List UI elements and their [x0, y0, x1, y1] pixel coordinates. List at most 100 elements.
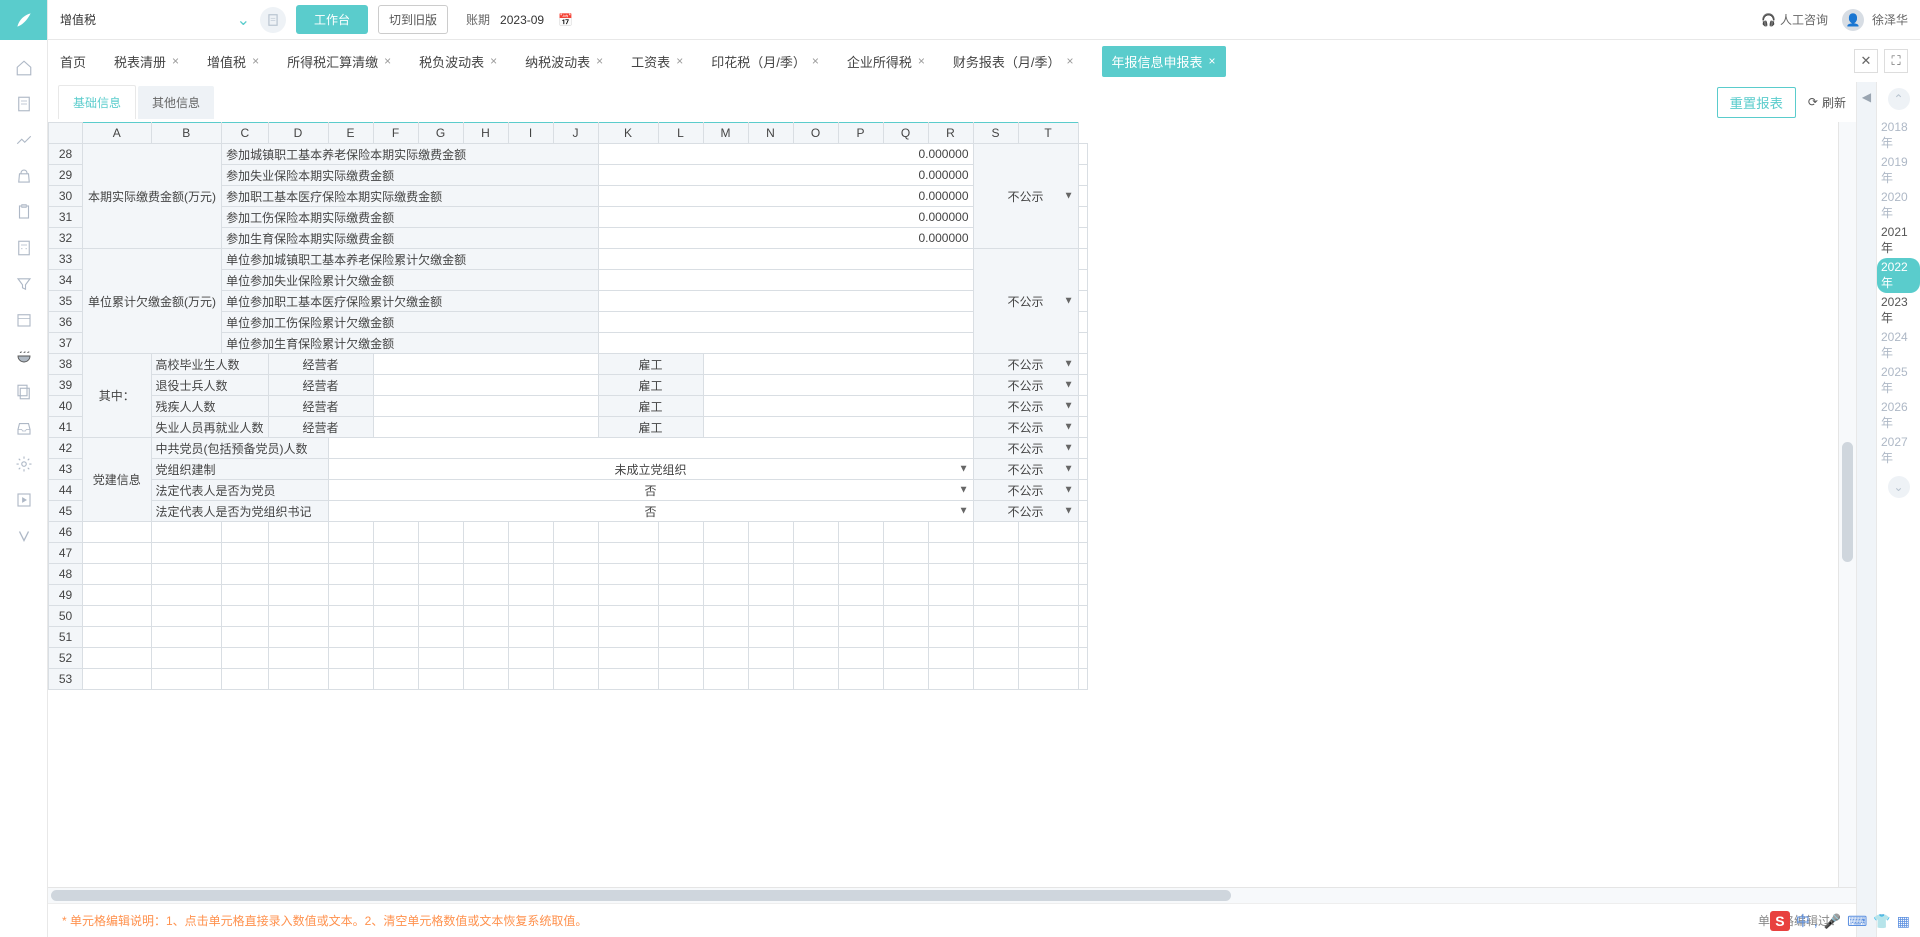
cell[interactable] [222, 627, 268, 648]
row-header-30[interactable]: 30 [49, 186, 83, 207]
cell[interactable] [703, 417, 973, 438]
cell[interactable] [83, 564, 152, 585]
cell[interactable] [463, 543, 508, 564]
expand-tab-button[interactable]: ⛶ [1884, 49, 1908, 73]
col-header-N[interactable]: N [748, 123, 793, 144]
cell[interactable] [703, 354, 973, 375]
cell[interactable] [703, 669, 748, 690]
cell[interactable] [222, 648, 268, 669]
cell[interactable] [658, 543, 703, 564]
nav-money[interactable] [0, 158, 47, 194]
cell[interactable] [748, 564, 793, 585]
cell[interactable] [658, 585, 703, 606]
cell[interactable] [151, 669, 222, 690]
cell[interactable] [748, 627, 793, 648]
cell[interactable] [222, 606, 268, 627]
cell[interactable] [703, 396, 973, 417]
cell[interactable] [151, 648, 222, 669]
tab-8[interactable]: 企业所得税× [847, 52, 925, 71]
cell[interactable] [928, 669, 973, 690]
cell[interactable] [1078, 207, 1087, 228]
cell[interactable] [268, 543, 328, 564]
cell[interactable] [1078, 648, 1087, 669]
tab-9[interactable]: 财务报表（月/季）× [953, 52, 1074, 71]
cell[interactable] [1078, 144, 1087, 165]
scroll-thumb[interactable] [51, 890, 1231, 901]
dropdown-cell[interactable]: 不公示▼ [973, 144, 1078, 249]
row-header-34[interactable]: 34 [49, 270, 83, 291]
year-2022年[interactable]: 2022年 [1877, 258, 1920, 293]
cell[interactable]: 单位参加工伤保险累计欠缴金额 [222, 312, 598, 333]
tab-6[interactable]: 工资表× [631, 52, 683, 71]
cell[interactable] [83, 522, 152, 543]
nav-copy[interactable] [0, 374, 47, 410]
cell[interactable] [883, 606, 928, 627]
cell[interactable] [973, 522, 1018, 543]
cell[interactable] [703, 606, 748, 627]
period-value[interactable]: 2023-09 [500, 13, 544, 27]
switch-version-button[interactable]: 切到旧版 [378, 5, 448, 34]
year-rail-toggle[interactable]: ◀ [1856, 82, 1876, 937]
cell[interactable] [748, 669, 793, 690]
cell[interactable]: 经营者 [268, 354, 373, 375]
nav-funnel[interactable] [0, 266, 47, 302]
cell[interactable] [328, 648, 373, 669]
close-icon[interactable]: × [252, 54, 259, 68]
row-header-36[interactable]: 36 [49, 312, 83, 333]
cell[interactable] [1078, 228, 1087, 249]
cell[interactable]: 0.000000 [598, 186, 973, 207]
cell[interactable] [151, 522, 222, 543]
ime-grid-icon[interactable]: ▦ [1897, 913, 1910, 930]
cell[interactable] [883, 648, 928, 669]
cell[interactable] [883, 669, 928, 690]
cell[interactable] [598, 312, 973, 333]
cell[interactable] [1078, 186, 1087, 207]
cell[interactable] [328, 627, 373, 648]
row-header-42[interactable]: 42 [49, 438, 83, 459]
cell[interactable] [703, 564, 748, 585]
cell[interactable] [748, 585, 793, 606]
cell[interactable] [1078, 396, 1087, 417]
cell[interactable] [1078, 585, 1087, 606]
cell[interactable] [463, 585, 508, 606]
cell[interactable] [373, 669, 418, 690]
cell[interactable] [553, 585, 598, 606]
cell[interactable] [928, 648, 973, 669]
cell[interactable]: 雇工 [598, 375, 703, 396]
col-header-F[interactable]: F [373, 123, 418, 144]
row-header-47[interactable]: 47 [49, 543, 83, 564]
cell[interactable] [793, 606, 838, 627]
nav-settings[interactable] [0, 446, 47, 482]
cell[interactable] [1078, 522, 1087, 543]
cell[interactable] [83, 648, 152, 669]
tab-1[interactable]: 税表清册× [114, 52, 179, 71]
reset-report-button[interactable]: 重置报表 [1717, 87, 1796, 118]
row-header-49[interactable]: 49 [49, 585, 83, 606]
col-header-E[interactable]: E [328, 123, 373, 144]
cell[interactable] [268, 522, 328, 543]
tab-10[interactable]: 年报信息申报表× [1102, 46, 1226, 77]
close-tab-button[interactable]: ✕ [1854, 49, 1878, 73]
cell[interactable] [598, 648, 658, 669]
cell[interactable] [658, 606, 703, 627]
cell[interactable] [1018, 648, 1078, 669]
cell[interactable] [1078, 459, 1087, 480]
cell[interactable]: 参加工伤保险本期实际缴费金额 [222, 207, 598, 228]
col-header-T[interactable]: T [1018, 123, 1078, 144]
cell[interactable] [1078, 669, 1087, 690]
cell[interactable] [598, 270, 973, 291]
cell[interactable] [222, 522, 268, 543]
doc-circle-button[interactable] [260, 7, 286, 33]
cell[interactable] [373, 564, 418, 585]
row-header-39[interactable]: 39 [49, 375, 83, 396]
dropdown-cell[interactable]: 不公示▼ [973, 417, 1078, 438]
row-header-48[interactable]: 48 [49, 564, 83, 585]
cell[interactable]: 单位参加生育保险累计欠缴金额 [222, 333, 598, 354]
ime-keyboard-icon[interactable]: ⌨ [1847, 913, 1867, 930]
cell[interactable] [373, 543, 418, 564]
close-icon[interactable]: × [812, 54, 819, 68]
cell[interactable] [1018, 522, 1078, 543]
cell[interactable] [748, 522, 793, 543]
tab-5[interactable]: 纳税波动表× [525, 52, 603, 71]
cell[interactable] [553, 669, 598, 690]
